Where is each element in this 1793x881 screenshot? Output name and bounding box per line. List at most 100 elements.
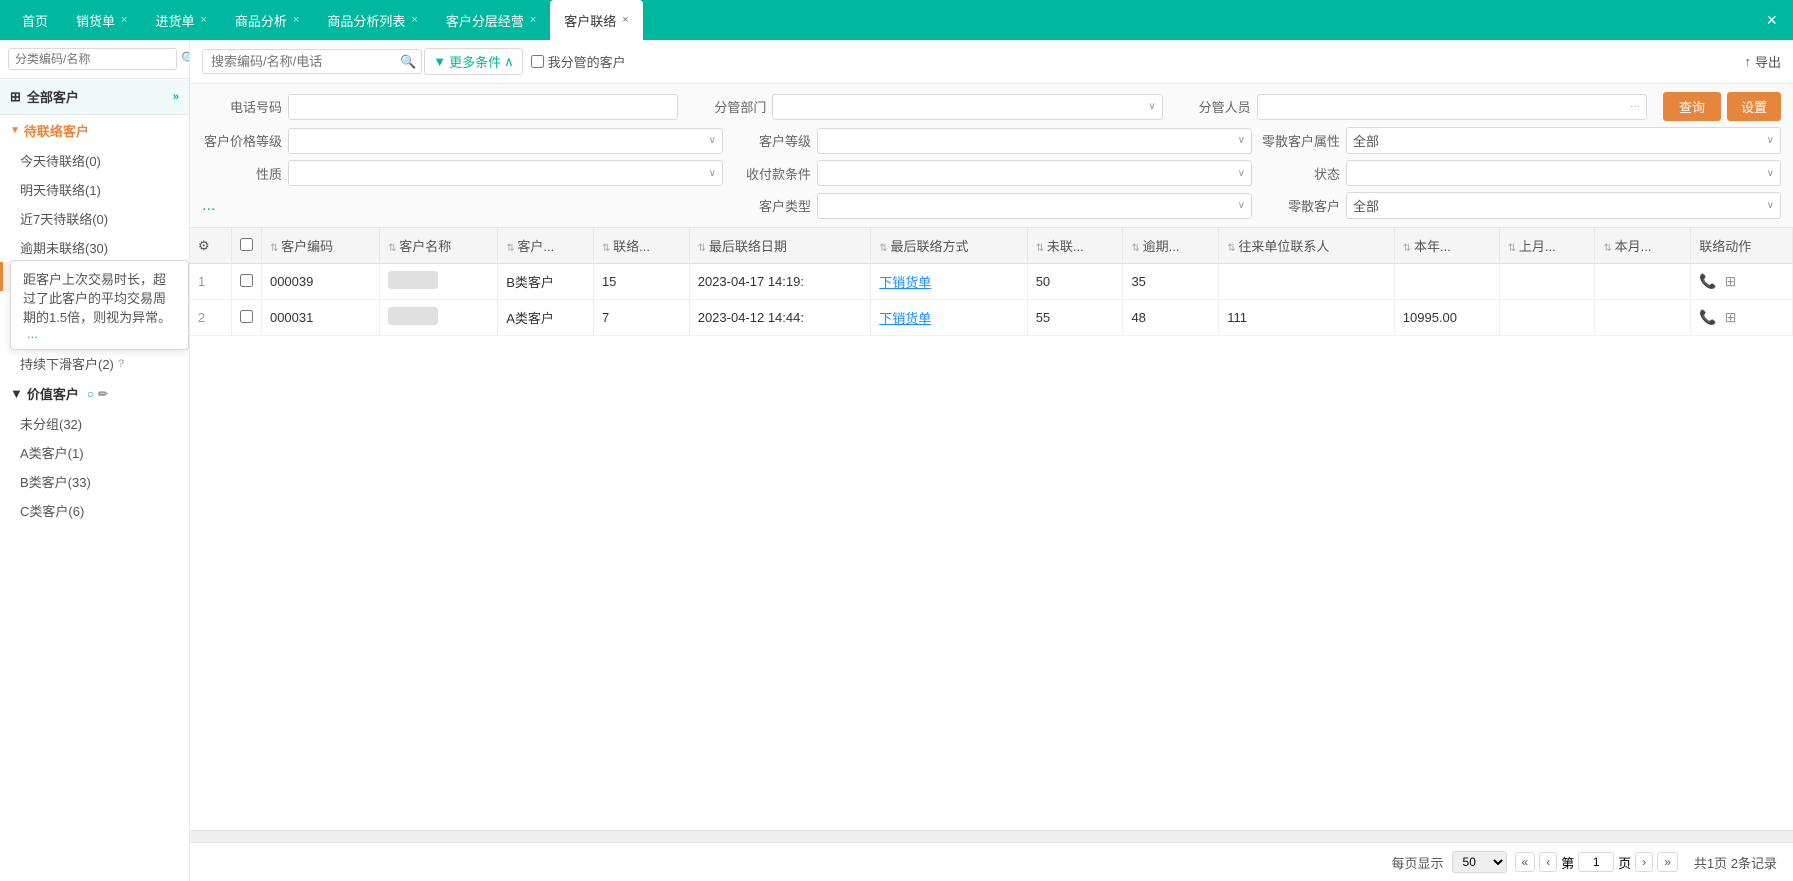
close-purchase[interactable]: × [200,14,206,26]
row-1-name-blur [388,271,438,289]
main-search-icon[interactable]: 🔍 [400,54,416,70]
row-2-method-link[interactable]: 下销货单 [879,311,931,326]
person-select[interactable]: ··· [1257,94,1647,120]
sidebar-item-b-class[interactable]: B类客户(33) [0,467,189,496]
row-2-more-icon[interactable]: ⊞ [1725,309,1737,326]
row-1-check[interactable] [240,274,253,287]
retail-label: 零散客户 [1260,196,1340,215]
nav-customer-contact[interactable]: 客户联络 × [550,0,642,40]
select-all-checkbox[interactable] [240,238,253,251]
sidebar-item-7days[interactable]: 近7天待联络(0) [0,204,189,233]
last-page-btn[interactable]: » [1657,852,1678,872]
row-2-last-month [1499,300,1595,336]
close-product-list[interactable]: × [411,14,417,26]
close-product-analysis[interactable]: × [293,14,299,26]
per-page-select[interactable]: 20 50 100 [1452,851,1507,873]
price-select[interactable]: ∨ [288,128,723,154]
my-customer-check[interactable] [531,55,544,68]
category-search-input[interactable] [8,48,177,70]
close-customer-tier[interactable]: × [530,14,536,26]
status-select[interactable]: ∨ [1346,160,1781,186]
col-this-month[interactable]: 本月... [1595,228,1691,264]
page-input[interactable] [1578,852,1614,872]
col-this-year[interactable]: 本年... [1394,228,1499,264]
sidebar-item-a-class[interactable]: A类客户(1) [0,438,189,467]
group-value-customer[interactable]: ▼ 价值客户 ○ ✏ [0,378,189,409]
gender-arrow: ∨ [709,168,716,179]
col-code[interactable]: 客户编码 [261,228,379,264]
col-contact[interactable]: 联络... [593,228,689,264]
close-customer-contact[interactable]: × [622,14,628,26]
col-last-month[interactable]: 上月... [1499,228,1595,264]
col-settings[interactable]: ⚙ [190,228,231,264]
next-page-btn[interactable]: › [1635,852,1653,872]
gender-select[interactable]: ∨ [288,160,723,186]
sidebar-item-c-class[interactable]: C类客户(6) [0,496,189,525]
row-2-phone-icon[interactable]: 📞 [1699,309,1716,326]
sidebar-all-customers[interactable]: ⊞ 全部客户 » [0,79,189,115]
window-close[interactable]: × [1758,10,1785,31]
filter-price-level: 客户价格等级 ∨ [202,128,723,154]
row-1-phone-icon[interactable]: 📞 [1699,273,1716,290]
sidebar-item-ungroup[interactable]: 未分组(32) [0,409,189,438]
nav-product-list[interactable]: 商品分析列表 × [313,0,431,40]
first-page-btn[interactable]: « [1515,852,1536,872]
group-pending-contact[interactable]: ▼ 待联络客户 [0,115,189,146]
filter-dots[interactable]: ... [202,197,215,215]
nav-purchase[interactable]: 进货单 × [141,0,220,40]
footer: 每页显示 20 50 100 « ‹ 第 页 › » 共1页 2条记录 [190,842,1793,881]
sidebar-item-tomorrow[interactable]: 明天待联络(1) [0,175,189,204]
col-last-method[interactable]: 最后联络方式 [871,228,1027,264]
col-last-date[interactable]: 最后联络日期 [689,228,871,264]
retail-attr-select[interactable]: 全部 ∨ [1346,127,1781,154]
col-overdue[interactable]: 逾期... [1123,228,1219,264]
query-button[interactable]: 查询 [1663,92,1721,121]
filter-row-3: 性质 ∨ 收付款条件 ∨ 状态 [202,160,1781,186]
sidebar-collapse-btn[interactable]: » [173,91,179,103]
chevron-up-icon: ∧ [504,54,514,70]
horizontal-scrollbar[interactable] [190,830,1793,842]
my-customer-checkbox[interactable]: 我分管的客户 [531,52,626,71]
sidebar-section: ▼ 待联络客户 今天待联络(0) 明天待联络(1) 近7天待联络(0) 逾期未联… [0,115,189,881]
dept-select[interactable]: ∨ [772,94,1162,120]
col-name[interactable]: 客户名称 [380,228,498,264]
table-settings-icon[interactable]: ⚙ [198,238,210,253]
col-contact-person[interactable]: 往来单位联系人 [1219,228,1395,264]
retail-select[interactable]: 全部 ∨ [1346,192,1781,219]
row-1-this-year [1394,264,1499,300]
sidebar-item-today[interactable]: 今天待联络(0) [0,146,189,175]
help-icon-declining[interactable]: ? [118,358,124,370]
export-button[interactable]: ↑ 导出 [1744,52,1781,71]
settings-button[interactable]: 设置 [1727,92,1781,121]
row-1-this-month [1595,264,1691,300]
nav-customer-tier[interactable]: 客户分层经营 × [432,0,550,40]
nav-product-analysis[interactable]: 商品分析 × [221,0,313,40]
nav-home[interactable]: 首页 [8,0,62,40]
tooltip-more[interactable]: ... [27,326,38,341]
filter-icon: ▼ [433,54,446,69]
sidebar-search-icon[interactable]: 🔍 [181,51,190,67]
payment-select[interactable]: ∨ [817,160,1252,186]
settings-icon-value[interactable]: ✏ [98,387,108,401]
status-arrow: ∨ [1767,168,1774,179]
main-search-input[interactable] [202,49,422,74]
level-select[interactable]: ∨ [817,128,1252,154]
col-type[interactable]: 客户... [498,228,594,264]
phone-input[interactable] [288,94,678,120]
prev-page-btn[interactable]: ‹ [1539,852,1557,872]
filter-payment: 收付款条件 ∨ [731,160,1252,186]
nav-sales[interactable]: 销货单 × [62,0,141,40]
sidebar-item-declining[interactable]: 持续下滑客户(2) ? [0,349,189,378]
row-2-check[interactable] [240,310,253,323]
row-1-more-icon[interactable]: ⊞ [1725,273,1737,290]
close-sales[interactable]: × [121,14,127,26]
table-header-row: ⚙ 客户编码 客户名称 客户... 联络... 最后联络日期 最后联络方式 未联… [190,228,1793,264]
row-1-method-link[interactable]: 下销货单 [879,275,931,290]
edit-icon-value[interactable]: ○ [87,387,94,401]
more-conditions-btn[interactable]: ▼ 更多条件 ∧ [424,48,522,75]
filter-gender: 性质 ∨ [202,160,723,186]
row-2-overdue: 48 [1123,300,1219,336]
col-unread[interactable]: 未联... [1027,228,1123,264]
customer-type-select[interactable]: ∨ [817,193,1252,219]
sidebar-item-overdue[interactable]: 逾期未联络(30) [0,233,189,262]
